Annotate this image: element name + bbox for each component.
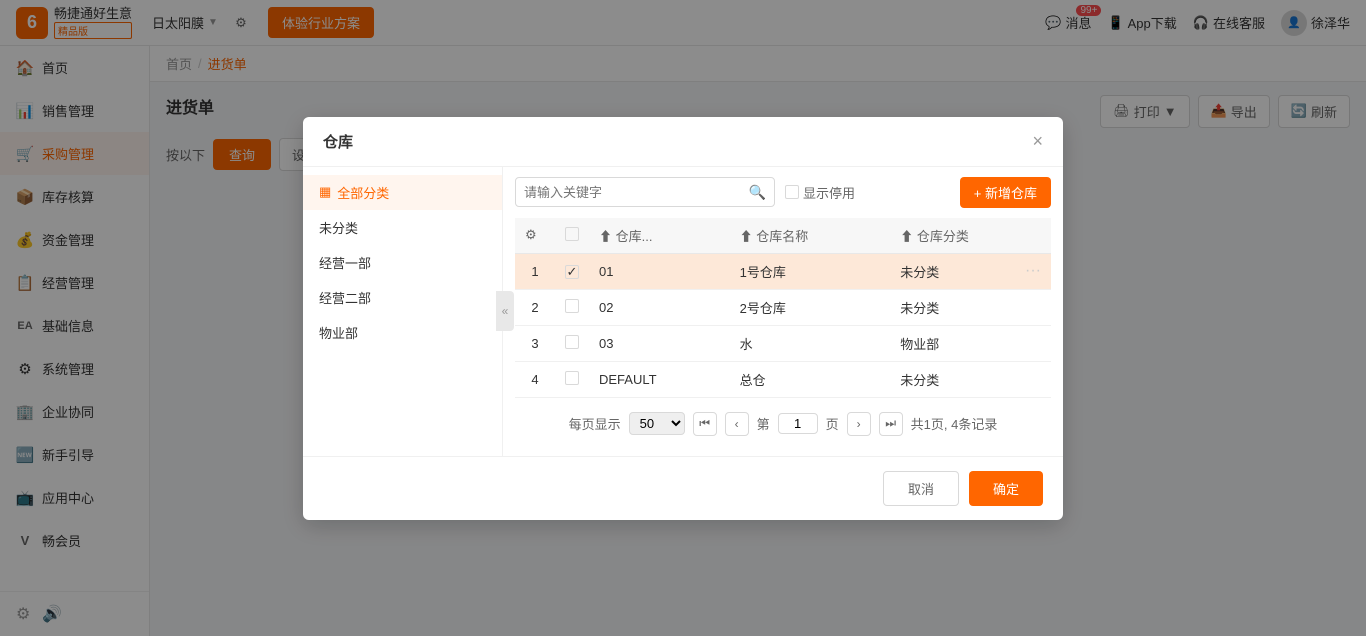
show-disabled-label[interactable]: 显示停用 [785, 183, 855, 202]
table-body: 1 ✓ 01 1号仓库 未分类··· 2 02 2号仓库 未分类 3 03 水 … [515, 253, 1051, 397]
table-row[interactable]: 4 DEFAULT 总仓 未分类 [515, 361, 1051, 397]
search-box[interactable]: 🔍 [515, 177, 775, 207]
modal-title: 仓库 [323, 131, 353, 152]
table-row[interactable]: 2 02 2号仓库 未分类 [515, 289, 1051, 325]
sort-icon: ⬆ [599, 229, 612, 244]
table-header-row: ⚙ ⬆ 仓库... ⬆ 仓库名称 [515, 218, 1051, 254]
col-header-checkbox [555, 218, 589, 254]
col-header-name: ⬆ 仓库名称 [730, 218, 891, 254]
close-button[interactable]: × [1032, 131, 1043, 152]
search-icon[interactable]: 🔍 [749, 184, 766, 201]
category-item-dept2[interactable]: 经营二部 [303, 280, 502, 315]
cell-code: 02 [589, 289, 730, 325]
sort-icon-name: ⬆ [740, 229, 753, 244]
gear-icon[interactable]: ⚙ [525, 227, 537, 242]
category-label-all: 全部分类 [337, 183, 389, 202]
add-warehouse-button[interactable]: + 新增仓库 [960, 177, 1051, 208]
category-item-property[interactable]: 物业部 [303, 315, 502, 350]
category-item-none[interactable]: 未分类 [303, 210, 502, 245]
page-number-input[interactable] [778, 413, 818, 434]
next-page-button[interactable]: › [847, 412, 871, 436]
warehouse-table: ⚙ ⬆ 仓库... ⬆ 仓库名称 [515, 218, 1051, 398]
modal-header: 仓库 × [303, 117, 1063, 167]
category-item-dept1[interactable]: 经营一部 [303, 245, 502, 280]
table-row[interactable]: 3 03 水 物业部 [515, 325, 1051, 361]
per-page-label: 每页显示 [569, 414, 621, 433]
cell-category: 未分类··· [890, 253, 1051, 289]
cancel-button[interactable]: 取消 [883, 471, 959, 506]
page-label-text: 第 [757, 414, 770, 433]
category-item-all[interactable]: ▦ 全部分类 [303, 175, 502, 210]
cell-category: 未分类 [890, 361, 1051, 397]
page-label-page: 页 [826, 414, 839, 433]
cell-checkbox[interactable] [555, 325, 589, 361]
table-row[interactable]: 1 ✓ 01 1号仓库 未分类··· [515, 253, 1051, 289]
table-toolbar: 🔍 显示停用 + 新增仓库 [515, 177, 1051, 208]
modal-body: ▦ 全部分类 未分类 经营一部 经营二部 物业部 « [303, 167, 1063, 456]
confirm-button[interactable]: 确定 [969, 471, 1043, 506]
cell-name: 2号仓库 [730, 289, 891, 325]
cell-category: 物业部 [890, 325, 1051, 361]
cell-code: 01 [589, 253, 730, 289]
modal-overlay: 仓库 × ▦ 全部分类 未分类 经营一部 经营二部 [0, 0, 1366, 636]
col-header-num: ⚙ [515, 218, 555, 254]
cell-code: DEFAULT [589, 361, 730, 397]
category-label-dept2: 经营二部 [319, 288, 371, 307]
sort-icon-category: ⬆ [900, 229, 913, 244]
category-label-property: 物业部 [319, 323, 358, 342]
first-page-button[interactable]: ⏮ [693, 412, 717, 436]
last-page-button[interactable]: ⏭ [879, 412, 903, 436]
warehouse-modal: 仓库 × ▦ 全部分类 未分类 经营一部 经营二部 [303, 117, 1063, 520]
col-header-code: ⬆ 仓库... [589, 218, 730, 254]
cell-num: 1 [515, 253, 555, 289]
row-checkbox[interactable]: ✓ [565, 265, 579, 279]
show-disabled-text: 显示停用 [803, 183, 855, 202]
search-input[interactable] [524, 185, 749, 200]
cell-num: 4 [515, 361, 555, 397]
per-page-select[interactable]: 50 10 20 100 [629, 412, 685, 435]
show-disabled-checkbox[interactable] [785, 185, 799, 199]
prev-page-button[interactable]: ‹ [725, 412, 749, 436]
row-checkbox[interactable] [565, 371, 579, 385]
pagination: 每页显示 50 10 20 100 ⏮ ‹ 第 页 › ⏭ 共1页, 4条记录 [515, 402, 1051, 446]
cell-category: 未分类 [890, 289, 1051, 325]
modal-footer: 取消 确定 [303, 456, 1063, 520]
category-label-dept1: 经营一部 [319, 253, 371, 272]
category-panel: ▦ 全部分类 未分类 经营一部 经营二部 物业部 « [303, 167, 503, 456]
row-actions-icon[interactable]: ··· [1025, 262, 1041, 280]
page-total-info: 共1页, 4条记录 [911, 414, 998, 433]
cell-name: 水 [730, 325, 891, 361]
cell-name: 总仓 [730, 361, 891, 397]
row-checkbox[interactable] [565, 335, 579, 349]
cell-num: 2 [515, 289, 555, 325]
col-header-category: ⬆ 仓库分类 [890, 218, 1051, 254]
cell-code: 03 [589, 325, 730, 361]
all-category-icon: ▦ [319, 184, 331, 200]
cell-checkbox[interactable] [555, 361, 589, 397]
collapse-button[interactable]: « [496, 291, 514, 331]
table-panel: 🔍 显示停用 + 新增仓库 ⚙ [503, 167, 1063, 456]
cell-checkbox[interactable]: ✓ [555, 253, 589, 289]
cell-name: 1号仓库 [730, 253, 891, 289]
category-label-none: 未分类 [319, 218, 358, 237]
select-all-checkbox[interactable] [565, 227, 579, 241]
row-checkbox[interactable] [565, 299, 579, 313]
cell-num: 3 [515, 325, 555, 361]
cell-checkbox[interactable] [555, 289, 589, 325]
